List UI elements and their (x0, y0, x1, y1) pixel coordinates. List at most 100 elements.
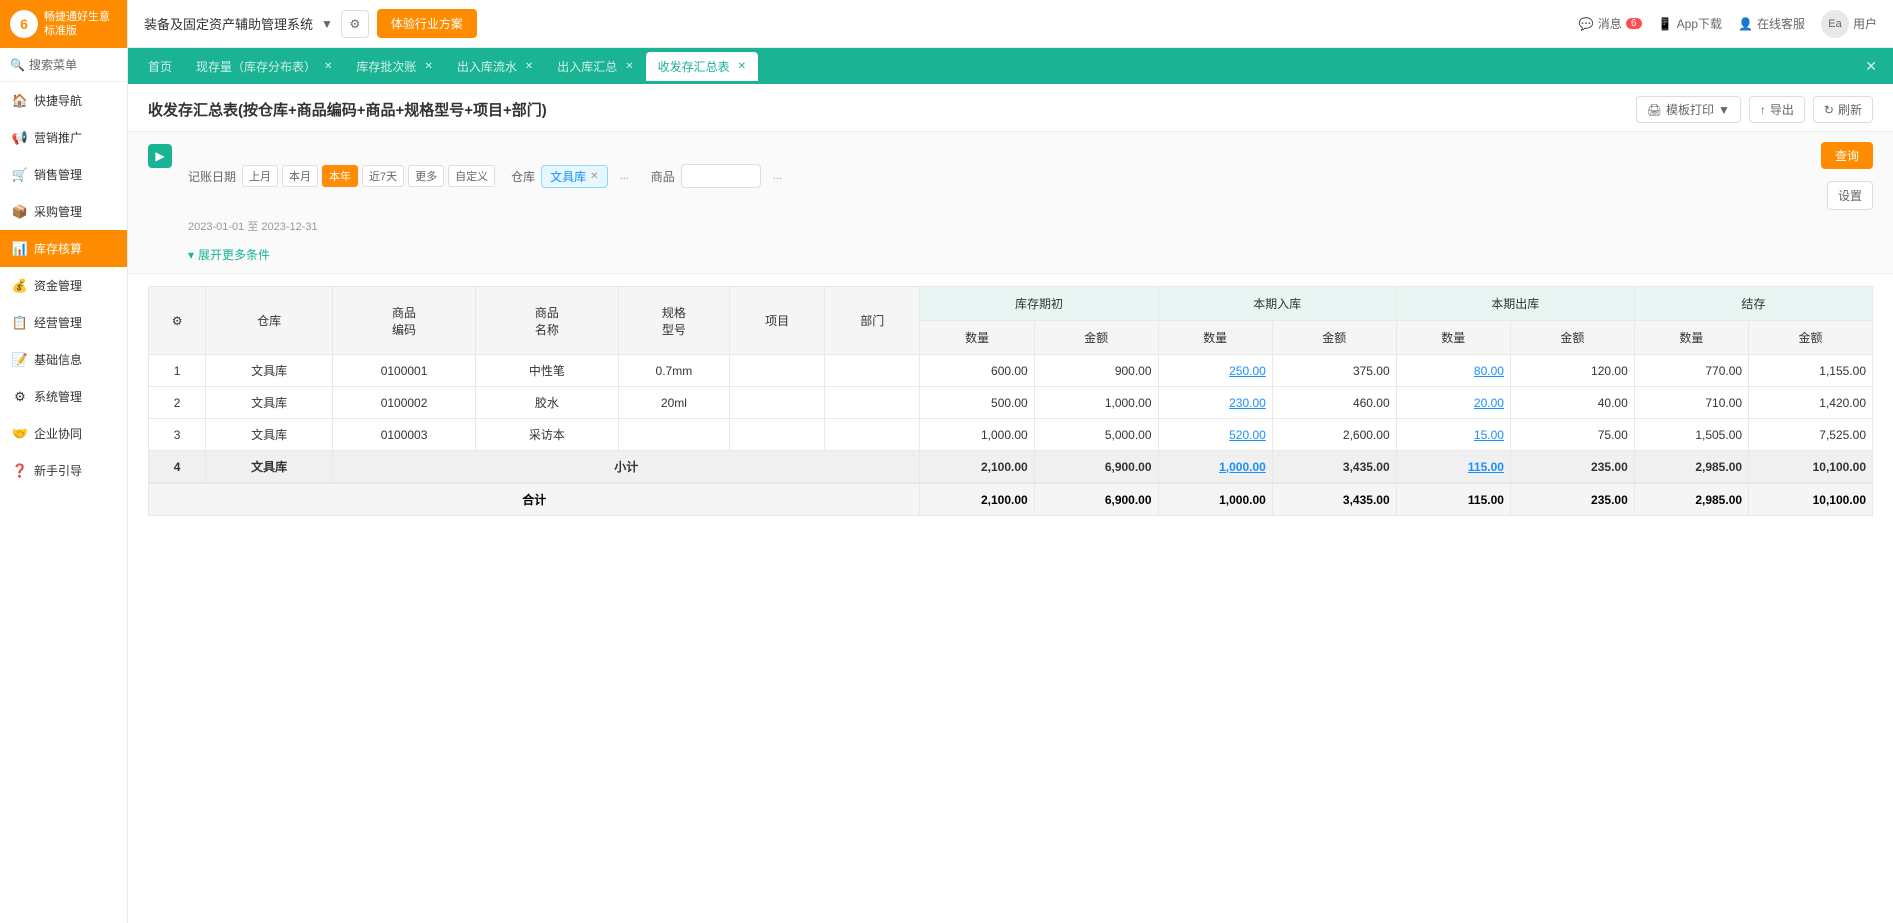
row2-out-qty[interactable]: 20.00 (1396, 387, 1510, 419)
date-btn-more[interactable]: 更多 (408, 165, 444, 187)
tab-inout-summary[interactable]: 出入库汇总 ✕ (545, 52, 645, 81)
row1-close-qty: 770.00 (1634, 355, 1748, 387)
sidebar-item-operations[interactable]: 📋 经营管理 (0, 304, 127, 341)
trial-button[interactable]: 体验行业方案 (377, 9, 477, 38)
date-btn-last-month[interactable]: 上月 (242, 165, 278, 187)
user-menu[interactable]: Ea 用户 (1821, 10, 1877, 38)
refresh-icon: ↻ (1824, 103, 1834, 117)
gear-button[interactable]: ⚙ (341, 10, 369, 38)
table-settings-header[interactable]: ⚙ (149, 287, 206, 355)
goods-more-button[interactable]: ... (767, 168, 788, 184)
tab-collect-summary[interactable]: 收发存汇总表 ✕ (646, 52, 758, 81)
subtotal-out-qty[interactable]: 115.00 (1396, 451, 1510, 484)
filter-row-date-range: 2023-01-01 至 2023-12-31 (188, 218, 1873, 234)
tab-stock-dist-close[interactable]: ✕ (324, 61, 332, 72)
row1-open-amt: 900.00 (1034, 355, 1158, 387)
row1-in-qty[interactable]: 250.00 (1158, 355, 1272, 387)
sidebar-item-purchase[interactable]: 📦 采购管理 (0, 193, 127, 230)
inventory-icon: 📊 (12, 241, 28, 257)
subtotal-warehouse: 文具库 (206, 451, 333, 484)
print-button[interactable]: 🖨 模板打印 ▼ (1636, 96, 1741, 123)
sidebar-item-enterprise[interactable]: 🤝 企业协同 (0, 415, 127, 452)
date-filter-item: 记账日期 上月 本月 本年 近7天 更多 自定义 (188, 165, 495, 187)
row3-in-qty[interactable]: 520.00 (1158, 419, 1272, 451)
row1-warehouse: 文具库 (206, 355, 333, 387)
date-btn-custom[interactable]: 自定义 (448, 165, 495, 187)
row1-code: 0100001 (333, 355, 476, 387)
row3-open-amt: 5,000.00 (1034, 419, 1158, 451)
row2-project (729, 387, 824, 419)
sidebar-item-guide[interactable]: ❓ 新手引导 (0, 452, 127, 489)
warehouse-tag-close[interactable]: ✕ (590, 171, 598, 182)
date-btn-7days[interactable]: 近7天 (362, 165, 404, 187)
sales-icon: 🛒 (12, 167, 28, 183)
tab-inout-summary-close[interactable]: ✕ (625, 61, 633, 72)
col-dept-header: 部门 (825, 287, 920, 355)
sidebar: 6 畅捷通好生意 标准版 🔍 搜索菜单 🏠 快捷导航 📢 营销推广 🛒 销售管理… (0, 0, 128, 923)
expand-conditions-button[interactable]: ▾ 展开更多条件 (188, 246, 1873, 263)
tabbar-close-button[interactable]: ✕ (1857, 58, 1885, 75)
tab-home[interactable]: 首页 (136, 52, 184, 81)
tab-batch[interactable]: 库存批次账 ✕ (344, 52, 444, 81)
sidebar-item-quick-nav[interactable]: 🏠 快捷导航 (0, 82, 127, 119)
total-in-qty: 1,000.00 (1158, 483, 1272, 516)
row2-no: 2 (149, 387, 206, 419)
online-service-button[interactable]: 👤 在线客服 (1738, 15, 1805, 32)
total-close-amt: 10,100.00 (1749, 483, 1873, 516)
row2-close-qty: 710.00 (1634, 387, 1748, 419)
app-download-button[interactable]: 📱 App下载 (1658, 15, 1722, 32)
sidebar-item-search[interactable]: 🔍 搜索菜单 (0, 48, 127, 82)
system-dropdown[interactable]: ▼ (321, 17, 333, 31)
baseinfo-icon: 📝 (12, 352, 28, 368)
goods-input[interactable] (681, 164, 761, 188)
home-icon: 🏠 (12, 93, 28, 109)
sidebar-item-sales[interactable]: 🛒 销售管理 (0, 156, 127, 193)
sidebar-item-marketing[interactable]: 📢 营销推广 (0, 119, 127, 156)
enterprise-icon: 🤝 (12, 426, 28, 442)
tab-inout-flow[interactable]: 出入库流水 ✕ (445, 52, 545, 81)
row3-out-qty[interactable]: 15.00 (1396, 419, 1510, 451)
gear-icon: ⚙ (350, 17, 361, 31)
date-btn-this-month[interactable]: 本月 (282, 165, 318, 187)
row2-out-amt: 40.00 (1510, 387, 1634, 419)
row1-project (729, 355, 824, 387)
filter-toggle-button[interactable]: ▶ (148, 144, 172, 168)
date-btn-this-year[interactable]: 本年 (322, 165, 358, 187)
query-button[interactable]: 查询 (1821, 142, 1873, 169)
tab-inout-flow-close[interactable]: ✕ (525, 61, 533, 72)
subtotal-open-amt: 6,900.00 (1034, 451, 1158, 484)
print-dropdown-icon: ▼ (1718, 103, 1730, 117)
tab-inout-summary-label: 出入库汇总 (557, 58, 617, 75)
goods-filter-label: 商品 (651, 168, 675, 185)
col-in-header: 本期入库 (1158, 287, 1396, 321)
operations-icon: 📋 (12, 315, 28, 331)
chevron-down-icon: ▼ (321, 17, 333, 31)
tab-batch-label: 库存批次账 (356, 58, 416, 75)
tab-collect-summary-label: 收发存汇总表 (658, 58, 730, 75)
row1-goods: 中性笔 (475, 355, 618, 387)
warehouse-tag: 文具库 ✕ (541, 165, 607, 188)
sidebar-item-system[interactable]: ⚙ 系统管理 (0, 378, 127, 415)
subtotal-in-qty[interactable]: 1,000.00 (1158, 451, 1272, 484)
row1-out-qty[interactable]: 80.00 (1396, 355, 1510, 387)
export-button[interactable]: ↑ 导出 (1749, 96, 1805, 123)
tab-batch-close[interactable]: ✕ (424, 61, 432, 72)
sidebar-item-base-info[interactable]: 📝 基础信息 (0, 341, 127, 378)
subtotal-label: 小计 (333, 451, 920, 484)
message-button[interactable]: 💬 消息 6 (1579, 15, 1642, 32)
finance-icon: 💰 (12, 278, 28, 294)
settings-button[interactable]: 设置 (1827, 181, 1873, 210)
tab-collect-summary-close[interactable]: ✕ (738, 61, 746, 72)
subtotal-open-qty: 2,100.00 (920, 451, 1034, 484)
sidebar-item-finance[interactable]: 💰 资金管理 (0, 267, 127, 304)
logo-icon: 6 (10, 10, 38, 38)
sidebar-item-inventory[interactable]: 📊 库存核算 (0, 230, 127, 267)
tab-stock-dist[interactable]: 现存量（库存分布表） ✕ (184, 52, 344, 81)
col-open-amt-header: 金额 (1034, 321, 1158, 355)
total-out-qty: 115.00 (1396, 483, 1510, 516)
filter-row-1: 记账日期 上月 本月 本年 近7天 更多 自定义 仓库 文 (188, 142, 1873, 210)
refresh-button[interactable]: ↻ 刷新 (1813, 96, 1873, 123)
warehouse-more-button[interactable]: ... (614, 168, 635, 184)
guide-icon: ❓ (12, 463, 28, 479)
row2-in-qty[interactable]: 230.00 (1158, 387, 1272, 419)
